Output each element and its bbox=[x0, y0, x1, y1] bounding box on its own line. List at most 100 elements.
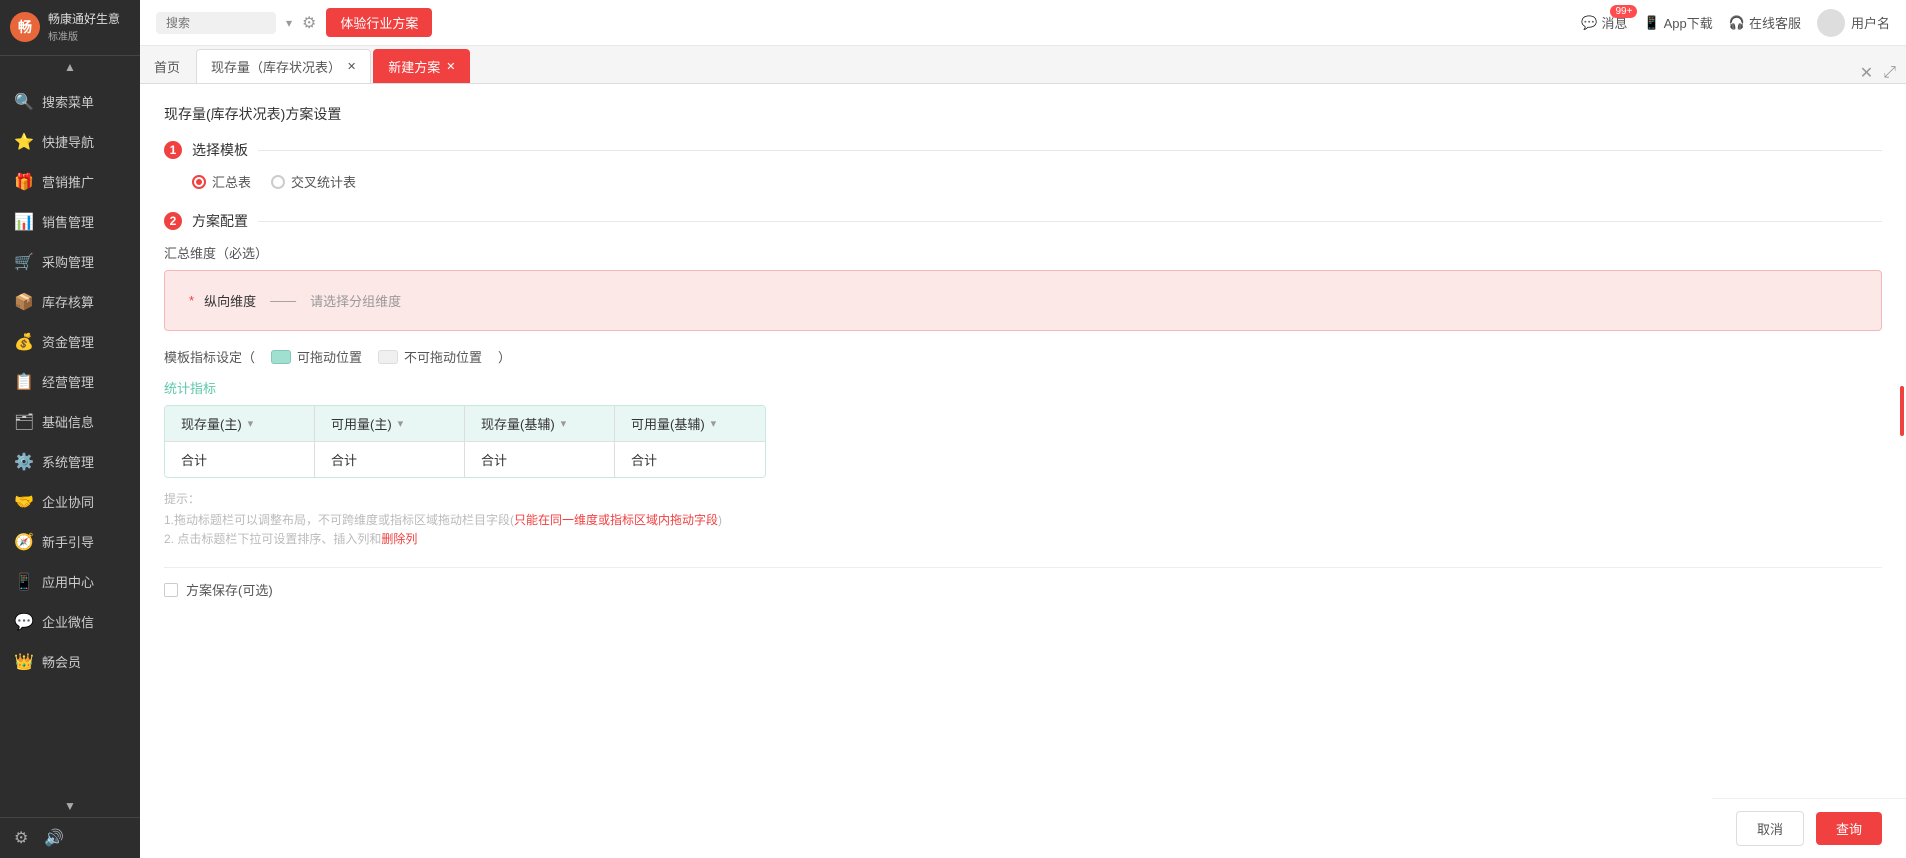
sidebar-item-membership[interactable]: 👑 畅会员 bbox=[0, 642, 140, 682]
sidebar-item-app-center[interactable]: 📱应用中心 bbox=[0, 562, 140, 602]
dimension-placeholder[interactable]: 请选择分组维度 bbox=[310, 291, 401, 310]
topbar-chevron-icon[interactable]: ▾ bbox=[286, 16, 292, 30]
sidebar-item-basic-info[interactable]: 🗂基础信息 bbox=[0, 402, 140, 442]
topbar-gear-icon[interactable]: ⚙ bbox=[302, 13, 316, 33]
sidebar-footer: ⚙ 🔊 bbox=[0, 817, 140, 858]
stats-header-col1[interactable]: 现存量(主)▾ bbox=[165, 406, 315, 441]
step2-label: 方案配置 bbox=[192, 211, 248, 231]
dimension-box: * 纵向维度 —— 请选择分组维度 bbox=[164, 270, 1882, 331]
step1-label: 选择模板 bbox=[192, 140, 248, 160]
sidebar-item-label: 畅会员 bbox=[42, 652, 81, 671]
trial-button[interactable]: 体验行业方案 bbox=[326, 8, 432, 37]
sidebar-item-enterprise[interactable]: 🤝 企业协同 bbox=[0, 482, 140, 522]
operations-icon: 📋 bbox=[14, 372, 34, 392]
app-name-block: 畅康通好生意 标准版 bbox=[48, 12, 120, 43]
tips-section: 提示： 1.拖动标题栏可以调整布局，不可跨维度或指标区域拖动栏目字段(只能在同一… bbox=[164, 490, 1882, 547]
query-button[interactable]: 查询 bbox=[1816, 812, 1882, 845]
user-menu[interactable]: 用户名 bbox=[1817, 9, 1890, 37]
scroll-indicator bbox=[1900, 386, 1904, 436]
sidebar-scroll-down[interactable]: ▼ bbox=[0, 795, 140, 817]
finance-icon: 💰 bbox=[14, 332, 34, 352]
topbar: ▾ ⚙ 体验行业方案 💬 消息 99+ 📱 App下载 🎧 在线客服 用户名 bbox=[140, 0, 1906, 46]
sidebar-item-label: 企业协同 bbox=[42, 492, 94, 511]
stats-header-col2[interactable]: 可用量(主)▾ bbox=[315, 406, 465, 441]
topbar-right: 💬 消息 99+ 📱 App下载 🎧 在线客服 用户名 bbox=[1581, 9, 1890, 37]
tab-new-plan-close-icon[interactable]: ✕ bbox=[446, 60, 455, 73]
radio-summary[interactable]: 汇总表 bbox=[192, 172, 251, 191]
sidebar-item-system[interactable]: ⚙️ 系统管理 bbox=[0, 442, 140, 482]
search-input[interactable] bbox=[156, 12, 276, 34]
expand-panel-icon[interactable]: ⤢ bbox=[1883, 64, 1896, 82]
tabs-bar: 首页 现存量（库存状况表） ✕ 新建方案 ✕ ✕ ⤢ bbox=[140, 46, 1906, 84]
topbar-left: ▾ ⚙ 体验行业方案 bbox=[156, 8, 432, 37]
sidebar-item-search-menu[interactable]: 🔍搜索菜单 bbox=[0, 82, 140, 122]
sidebar-item-operations[interactable]: 📋经营管理 bbox=[0, 362, 140, 402]
system-icon: ⚙️ bbox=[14, 452, 34, 472]
radio-summary-label: 汇总表 bbox=[212, 172, 251, 191]
main-area: ▾ ⚙ 体验行业方案 💬 消息 99+ 📱 App下载 🎧 在线客服 用户名 bbox=[140, 0, 1906, 858]
sidebar-item-inventory[interactable]: 📦 库存核算 bbox=[0, 282, 140, 322]
stats-table: 现存量(主)▾可用量(主)▾现存量(基辅)▾可用量(基辅)▾ 合计合计合计合计 bbox=[164, 405, 766, 478]
app-version: 标准版 bbox=[48, 28, 120, 43]
app-name: 畅康通好生意 bbox=[48, 12, 120, 28]
sidebar-item-sales[interactable]: 📊销售管理 bbox=[0, 202, 140, 242]
sidebar-item-new-guide[interactable]: 🧭新手引导 bbox=[0, 522, 140, 562]
stats-section: 统计指标 现存量(主)▾可用量(主)▾现存量(基辅)▾可用量(基辅)▾ 合计合计… bbox=[164, 378, 1882, 478]
content-area: 现存量(库存状况表)方案设置 1 选择模板 汇总表 交叉统计表 bbox=[140, 84, 1906, 858]
tips-title: 提示： bbox=[164, 490, 1882, 507]
messages-button[interactable]: 💬 消息 99+ bbox=[1581, 13, 1627, 32]
enterprise-icon: 🤝 bbox=[14, 492, 34, 512]
sidebar-item-label: 销售管理 bbox=[42, 212, 94, 231]
footer-spacer bbox=[164, 611, 1882, 671]
tab-inventory-close-icon[interactable]: ✕ bbox=[347, 60, 356, 73]
sidebar-item-purchase[interactable]: 🛒采购管理 bbox=[0, 242, 140, 282]
sidebar: 畅 畅康通好生意 标准版 ▲ 🔍搜索菜单⭐快捷导航🎁营销推广📊销售管理🛒采购管理… bbox=[0, 0, 140, 858]
tab-new-plan[interactable]: 新建方案 ✕ bbox=[373, 49, 470, 83]
draggable-label: 可拖动位置 bbox=[297, 347, 362, 366]
tab-home[interactable]: 首页 bbox=[140, 50, 194, 83]
stats-data-col2: 合计 bbox=[315, 442, 465, 477]
app-download-label: App下载 bbox=[1664, 13, 1713, 32]
app-center-icon: 📱 bbox=[14, 572, 34, 592]
membership-icon: 👑 bbox=[14, 652, 34, 672]
headset-icon: 🎧 bbox=[1729, 15, 1745, 31]
sidebar-item-quick-nav[interactable]: ⭐快捷导航 bbox=[0, 122, 140, 162]
stats-label: 统计指标 bbox=[164, 378, 1882, 397]
settings-icon[interactable]: ⚙ bbox=[14, 828, 28, 848]
tab-inventory-status[interactable]: 现存量（库存状况表） ✕ bbox=[196, 49, 371, 83]
wechat-icon: 💬 bbox=[14, 612, 34, 632]
sidebar-scroll-up[interactable]: ▲ bbox=[0, 56, 140, 78]
avatar bbox=[1817, 9, 1845, 37]
stats-header-col3[interactable]: 现存量(基辅)▾ bbox=[465, 406, 615, 441]
sidebar-item-marketing[interactable]: 🎁营销推广 bbox=[0, 162, 140, 202]
stats-header-row: 现存量(主)▾可用量(主)▾现存量(基辅)▾可用量(基辅)▾ bbox=[165, 406, 765, 441]
dimension-required-mark: * bbox=[189, 293, 194, 308]
tip-item-1: 1.拖动标题栏可以调整布局，不可跨维度或指标区域拖动栏目字段(只能在同一维度或指… bbox=[164, 511, 1882, 528]
close-panel-icon[interactable]: ✕ bbox=[1860, 63, 1873, 83]
sidebar-item-label: 系统管理 bbox=[42, 452, 94, 471]
draggable-indicator-box bbox=[271, 350, 291, 364]
template-indicator-suffix: ） bbox=[498, 347, 511, 366]
online-service-button[interactable]: 🎧 在线客服 bbox=[1729, 13, 1801, 32]
save-checkbox-label: 方案保存(可选) bbox=[186, 580, 273, 599]
new-guide-icon: 🧭 bbox=[14, 532, 34, 552]
basic-info-icon: 🗂 bbox=[14, 412, 34, 432]
radio-cross-circle bbox=[271, 175, 285, 189]
tip-highlight-2: 删除列 bbox=[381, 532, 417, 546]
sidebar-item-label: 搜索菜单 bbox=[42, 92, 94, 111]
fixed-label: 不可拖动位置 bbox=[404, 347, 482, 366]
app-download-icon: 📱 bbox=[1643, 15, 1659, 31]
sidebar-item-label: 资金管理 bbox=[42, 332, 94, 351]
sidebar-item-finance[interactable]: 💰 资金管理 bbox=[0, 322, 140, 362]
save-checkbox[interactable] bbox=[164, 583, 178, 597]
sidebar-item-wechat[interactable]: 💬企业微信 bbox=[0, 602, 140, 642]
volume-icon[interactable]: 🔊 bbox=[44, 828, 64, 848]
stats-header-col4[interactable]: 可用量(基辅)▾ bbox=[615, 406, 765, 441]
user-name: 用户名 bbox=[1851, 13, 1890, 32]
sidebar-item-label: 库存核算 bbox=[42, 292, 94, 311]
cancel-button[interactable]: 取消 bbox=[1736, 811, 1804, 846]
app-download-button[interactable]: 📱 App下载 bbox=[1643, 13, 1712, 32]
stats-data-col3: 合计 bbox=[465, 442, 615, 477]
inventory-icon: 📦 bbox=[14, 292, 34, 312]
radio-cross[interactable]: 交叉统计表 bbox=[271, 172, 356, 191]
